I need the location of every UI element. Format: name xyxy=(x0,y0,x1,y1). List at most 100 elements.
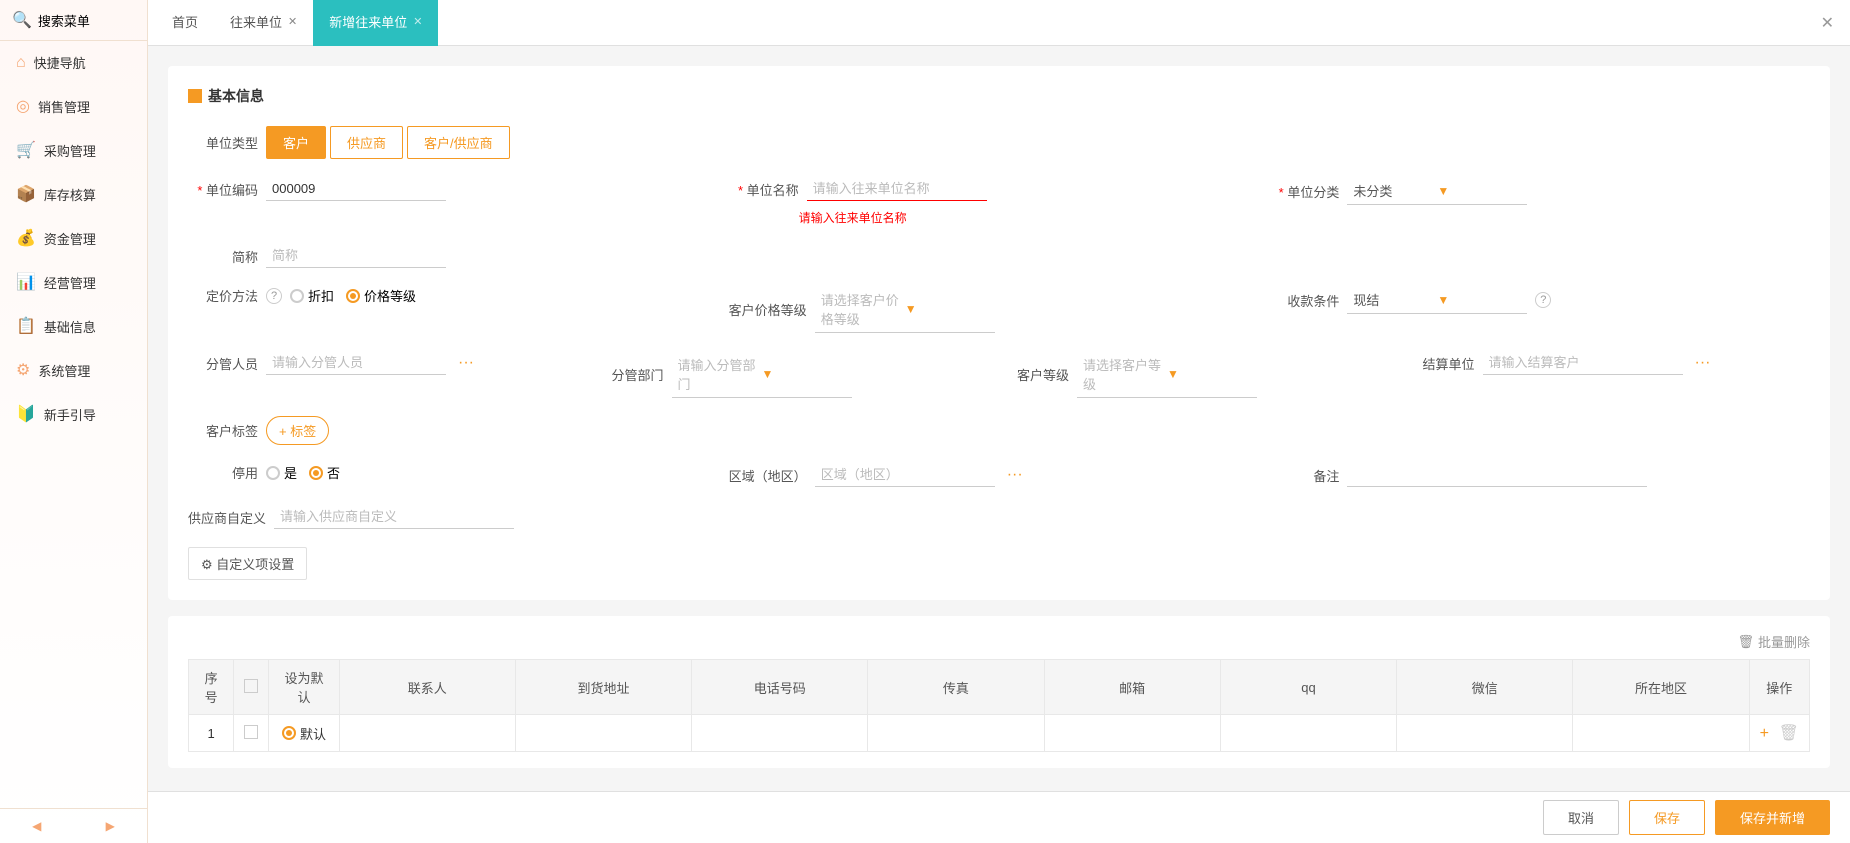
save-new-button[interactable]: 保存并新增 xyxy=(1715,800,1830,835)
tab-contacts-close[interactable]: ✕ xyxy=(288,15,297,28)
pricing-row: 定价方法 ? 折扣 价格等级 客户价格等级 xyxy=(188,286,1810,333)
pricing-method-label: 定价方法 xyxy=(188,286,258,305)
row-qq[interactable] xyxy=(1220,715,1396,752)
sidebar-item-inventory[interactable]: 📦 库存核算 xyxy=(0,172,147,216)
manager-input[interactable] xyxy=(266,351,446,375)
sales-icon: ◎ xyxy=(16,96,30,116)
remark-input[interactable] xyxy=(1347,463,1647,487)
row-default-radio[interactable]: 默认 xyxy=(279,724,328,743)
customer-price-label: 客户价格等级 xyxy=(729,300,807,319)
customer-price-chevron: ▼ xyxy=(905,302,989,316)
unit-type-label: 单位类型 xyxy=(188,133,258,152)
row-address[interactable] xyxy=(515,715,691,752)
batch-delete-btn[interactable]: 🗑 批量删除 xyxy=(1737,632,1810,651)
row-checkbox[interactable] xyxy=(234,715,269,752)
row-default-circle xyxy=(282,726,296,740)
sidebar-item-operations[interactable]: 📊 经营管理 xyxy=(0,260,147,304)
row-region-input[interactable] xyxy=(1583,726,1738,741)
supplier-custom-input[interactable] xyxy=(274,505,514,529)
sidebar-search-label: 搜索菜单 xyxy=(38,11,90,30)
sidebar-item-sales[interactable]: ◎ 销售管理 xyxy=(0,84,147,128)
row-region[interactable] xyxy=(1573,715,1749,752)
unit-name-error: 请输入往来单位名称 xyxy=(799,211,907,225)
pricing-method-field: 定价方法 ? 折扣 价格等级 xyxy=(188,286,729,305)
row-check[interactable] xyxy=(244,725,258,739)
home-icon: ⌂ xyxy=(16,54,26,72)
sidebar-item-quick-nav[interactable]: ⌂ 快捷导航 xyxy=(0,41,147,84)
save-button[interactable]: 保存 xyxy=(1629,800,1705,835)
settlement-unit-input[interactable] xyxy=(1483,351,1683,375)
row-fax[interactable] xyxy=(868,715,1044,752)
row-qq-input[interactable] xyxy=(1231,726,1386,741)
tab-bar-close-all[interactable]: ✕ xyxy=(1813,13,1842,33)
table-row: 1 默认 xyxy=(189,715,1810,752)
tab-new-contact[interactable]: 新增往来单位 ✕ xyxy=(313,0,438,46)
customer-price-select[interactable]: 请选择客户价格等级 ▼ xyxy=(815,286,995,333)
settlement-unit-more-btn[interactable]: ··· xyxy=(1691,354,1715,372)
row-email-input[interactable] xyxy=(1055,726,1210,741)
short-name-label: 简称 xyxy=(188,247,258,266)
sidebar-item-purchase[interactable]: 🛒 采购管理 xyxy=(0,128,147,172)
row-add-btn[interactable]: + xyxy=(1760,725,1769,742)
settlement-unit-label: 结算单位 xyxy=(1405,354,1475,373)
disabled-yes[interactable]: 是 xyxy=(266,463,297,482)
col-check xyxy=(234,660,269,715)
sidebar-collapse-btn[interactable]: ◀ xyxy=(0,809,74,843)
btn-supplier[interactable]: 供应商 xyxy=(330,126,403,159)
sidebar-item-finance[interactable]: 💰 资金管理 xyxy=(0,216,147,260)
col-fax: 传真 xyxy=(868,660,1044,715)
add-tag-btn[interactable]: + 标签 xyxy=(266,416,329,445)
pricing-level[interactable]: 价格等级 xyxy=(346,286,416,305)
btn-customer[interactable]: 客户 xyxy=(266,126,326,159)
manager-field: 分管人员 ··· xyxy=(188,351,594,375)
col-seq: 序号 xyxy=(189,660,234,715)
custom-settings-btn[interactable]: ⚙ 自定义项设置 xyxy=(188,547,307,580)
disabled-radio-group: 是 否 xyxy=(266,463,340,482)
radio-discount-circle xyxy=(290,289,304,303)
customer-level-label: 客户等级 xyxy=(999,365,1069,384)
tab-contacts[interactable]: 往来单位 ✕ xyxy=(214,0,313,46)
tab-new-contact-close[interactable]: ✕ xyxy=(413,15,422,28)
row-address-input[interactable] xyxy=(526,726,681,741)
row-phone-input[interactable] xyxy=(702,726,857,741)
customer-tag-row: 客户标签 + 标签 xyxy=(188,416,1810,445)
manager-more-btn[interactable]: ··· xyxy=(454,354,478,372)
row-phone[interactable] xyxy=(692,715,868,752)
disabled-no[interactable]: 否 xyxy=(309,463,340,482)
sidebar-expand-btn[interactable]: ▶ xyxy=(74,809,148,843)
tab-home[interactable]: 首页 xyxy=(156,0,214,46)
sidebar-item-guide[interactable]: 🔰 新手引导 xyxy=(0,392,147,436)
payment-terms-select[interactable]: 现结 ▼ xyxy=(1347,286,1527,314)
row-delete-btn[interactable]: 🗑 xyxy=(1779,725,1799,742)
region-more-btn[interactable]: ··· xyxy=(1003,466,1027,484)
unit-name-input[interactable] xyxy=(807,177,987,201)
row-fax-input[interactable] xyxy=(878,726,1033,741)
department-select[interactable]: 请输入分管部门 ▼ xyxy=(672,351,852,398)
pricing-discount[interactable]: 折扣 xyxy=(290,286,334,305)
row-wechat[interactable] xyxy=(1397,715,1573,752)
row-contact[interactable] xyxy=(339,715,515,752)
sidebar-search[interactable]: 🔍 搜索菜单 xyxy=(0,0,147,41)
customer-level-select[interactable]: 请选择客户等级 ▼ xyxy=(1077,351,1257,398)
row-contact-input[interactable] xyxy=(350,726,505,741)
unit-category-select[interactable]: 未分类 ▼ xyxy=(1347,177,1527,205)
payment-terms-help-icon[interactable]: ? xyxy=(1535,292,1551,308)
radio-no-circle xyxy=(309,466,323,480)
disabled-field: 停用 是 否 xyxy=(188,463,729,482)
radio-level-circle xyxy=(346,289,360,303)
btn-customer-supplier[interactable]: 客户/供应商 xyxy=(407,126,510,159)
sidebar-item-system[interactable]: ⚙ 系统管理 xyxy=(0,348,147,392)
table-select-all[interactable] xyxy=(244,679,258,693)
unit-code-input[interactable] xyxy=(266,177,446,201)
cancel-button[interactable]: 取消 xyxy=(1543,800,1619,835)
customer-level-chevron: ▼ xyxy=(1167,367,1251,381)
short-name-input[interactable] xyxy=(266,244,446,268)
row-wechat-input[interactable] xyxy=(1407,726,1562,741)
payment-terms-chevron: ▼ xyxy=(1437,293,1521,307)
pricing-help-icon[interactable]: ? xyxy=(266,288,282,304)
region-input[interactable] xyxy=(815,463,995,487)
row-email[interactable] xyxy=(1044,715,1220,752)
sidebar-item-basic-info[interactable]: 📋 基础信息 xyxy=(0,304,147,348)
unit-type-row: 单位类型 客户 供应商 客户/供应商 xyxy=(188,126,1810,159)
unit-type-buttons: 客户 供应商 客户/供应商 xyxy=(266,126,510,159)
